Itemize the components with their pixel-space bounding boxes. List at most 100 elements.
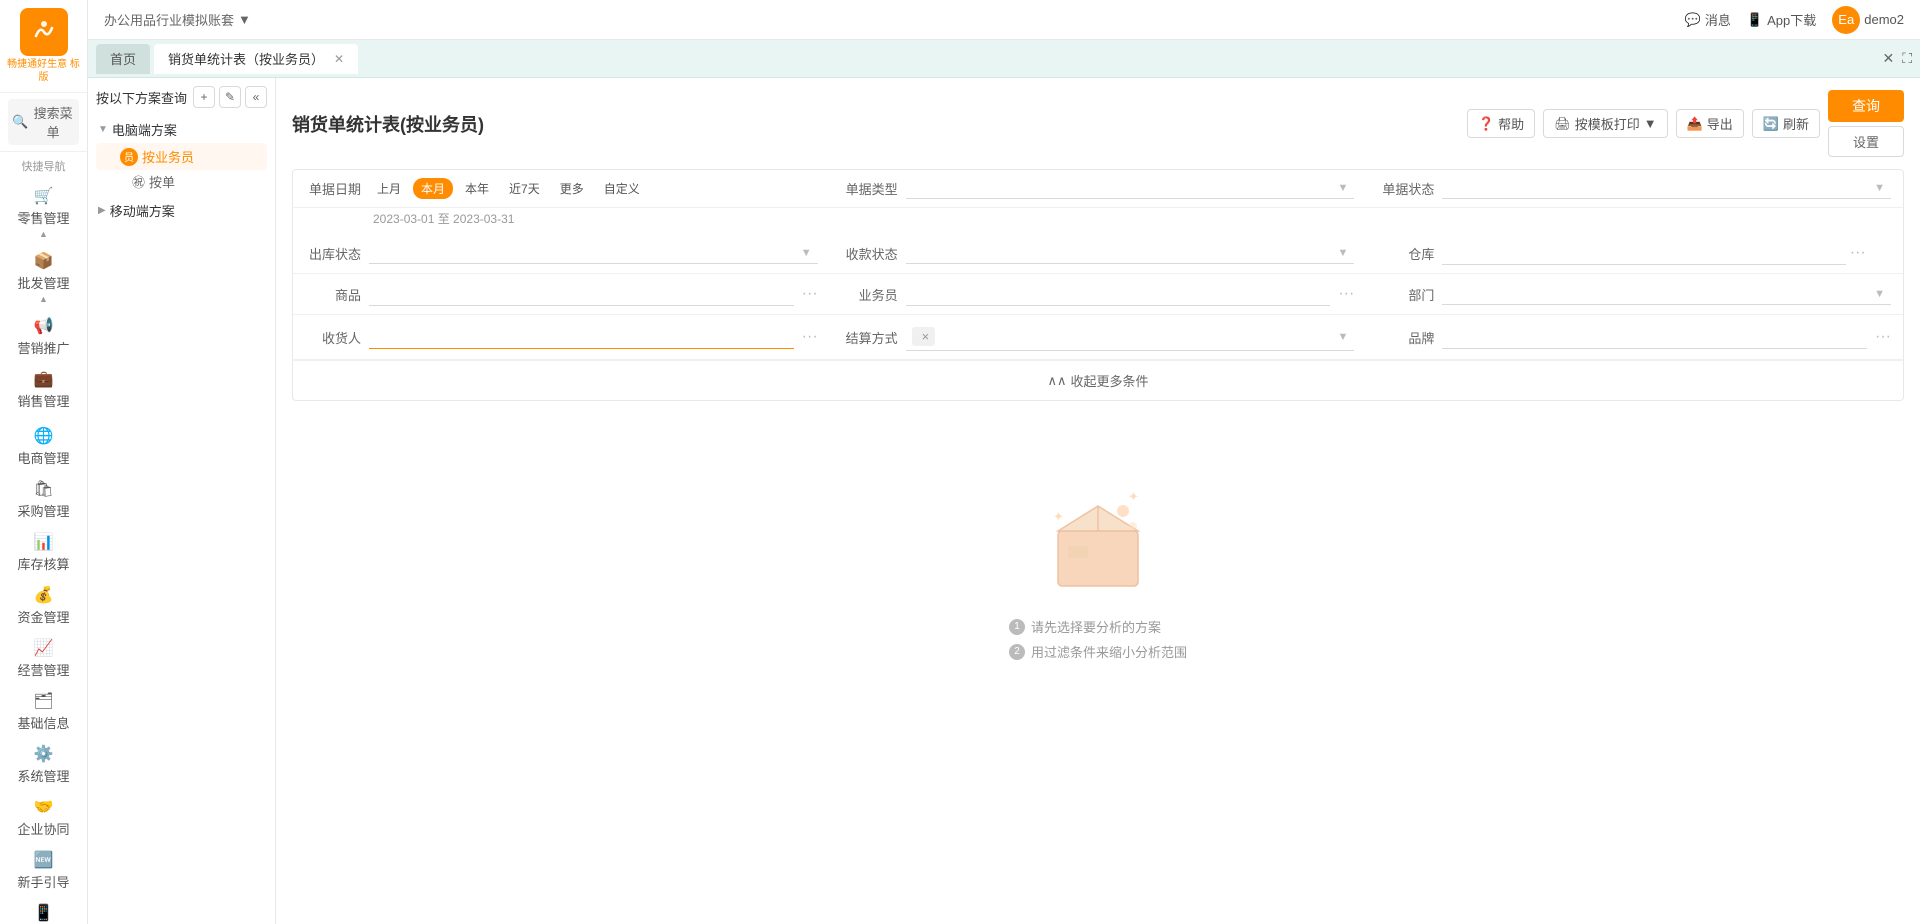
- dept-label: 部门: [1378, 285, 1434, 304]
- sidebar-item-operations[interactable]: 📈 经营管理: [0, 632, 87, 685]
- sidebar-item-system[interactable]: ⚙️ 系统管理: [0, 738, 87, 791]
- svg-text:✦: ✦: [1128, 489, 1139, 504]
- schema-item-salesman-label: 按业务员: [142, 147, 194, 166]
- sidebar-item-wholesale[interactable]: 📦 批发管理 ▲: [0, 245, 87, 310]
- sidebar-item-finance[interactable]: 💰 资金管理: [0, 579, 87, 632]
- schema-add-btn[interactable]: +: [193, 86, 215, 108]
- collapse-filters-btn[interactable]: ∧∧ 收起更多条件: [1035, 367, 1160, 394]
- schema-group-desktop-header[interactable]: ▼ 电脑端方案: [96, 116, 267, 143]
- recipient-dots[interactable]: ···: [802, 328, 818, 346]
- enterprise-icon: 🤝: [34, 797, 54, 817]
- message-icon: 💬: [1685, 12, 1701, 28]
- brand-dots[interactable]: ···: [1875, 328, 1891, 346]
- sidebar-item-enterprise[interactable]: 🤝 企业协同: [0, 791, 87, 844]
- filter-dept-cell: 部门 ▼: [1366, 274, 1903, 315]
- tab-bar-actions: ✕ ⛶: [1882, 50, 1912, 67]
- stock-select[interactable]: ▼: [369, 243, 818, 264]
- schema-sub-by-order[interactable]: ㊗ 按单: [96, 170, 267, 193]
- tab-bar: 首页 销货单统计表（按业务员） ✕ ✕ ⛶: [88, 40, 1920, 78]
- basic-icon: 🗂: [33, 691, 53, 711]
- empty-tip-1: 1 请先选择要分析的方案: [1009, 617, 1187, 636]
- schema-collapse-btn[interactable]: «: [245, 86, 267, 108]
- salesman-input[interactable]: [906, 282, 1331, 306]
- refresh-button[interactable]: 🔄 刷新: [1752, 109, 1820, 138]
- docstatus-label: 单据状态: [1378, 179, 1434, 198]
- schema-item-by-salesman[interactable]: 员 按业务员: [96, 143, 267, 170]
- export-button[interactable]: 📤 导出: [1676, 109, 1744, 138]
- schema-edit-btn[interactable]: ✎: [219, 86, 241, 108]
- date-btn-last-month[interactable]: 上月: [369, 178, 409, 199]
- sidebar-item-ecommerce[interactable]: 🌐 电商管理: [0, 420, 87, 473]
- logo-icon: [20, 8, 68, 56]
- expand-tab-button[interactable]: ⛶: [1902, 50, 1912, 67]
- sidebar-item-sales[interactable]: 💼 销售管理: [0, 363, 87, 416]
- logo-text: 畅捷通好生意 标版: [6, 58, 81, 84]
- tab-sales-stat[interactable]: 销货单统计表（按业务员） ✕: [154, 44, 358, 74]
- schema-group-mobile-header[interactable]: ▶ 移动端方案: [96, 197, 267, 224]
- recipient-input[interactable]: [369, 325, 794, 349]
- operations-icon: 📈: [34, 638, 54, 658]
- search-menu-button[interactable]: 🔍 搜索菜单: [8, 99, 79, 145]
- schema-sub-order-label: 按单: [149, 172, 175, 191]
- sidebar-search[interactable]: 🔍 搜索菜单: [0, 93, 87, 152]
- filter-warehouse-cell: 仓库 ···: [1366, 233, 1903, 274]
- page-title-bar: 销货单统计表(按业务员) ❓ 帮助 🖨 按模板打印 ▼ 📤: [292, 90, 1904, 157]
- page-title: 销货单统计表(按业务员): [292, 111, 484, 137]
- goods-dots[interactable]: ···: [802, 285, 818, 303]
- app-download-icon: 📱: [1747, 12, 1763, 28]
- message-btn[interactable]: 💬 消息: [1685, 10, 1731, 29]
- date-btn-custom[interactable]: 自定义: [596, 178, 648, 199]
- sidebar-item-inventory[interactable]: 📊 库存核算: [0, 526, 87, 579]
- date-range-display: 2023-03-01 至 2023-03-31: [293, 208, 1903, 233]
- warehouse-input-area: ···: [1442, 241, 1891, 265]
- close-tab-button[interactable]: ✕: [1882, 50, 1894, 67]
- recipient-label: 收货人: [305, 328, 361, 347]
- date-btn-more[interactable]: 更多: [552, 178, 592, 199]
- payment-select[interactable]: ▼: [906, 243, 1355, 264]
- docstatus-select[interactable]: ▼: [1442, 178, 1891, 199]
- export-icon: 📤: [1687, 116, 1703, 132]
- user-menu[interactable]: Ea demo2: [1832, 6, 1904, 34]
- app-download-label: App下载: [1767, 10, 1816, 29]
- settlement-select[interactable]: × ▼: [906, 323, 1355, 351]
- doctype-select[interactable]: ▼: [906, 178, 1355, 199]
- filter-section: 单据日期 上月 本月 本年 近7天 更多 自定义 单据类型: [292, 169, 1904, 401]
- doctype-chevron-icon: ▼: [1337, 182, 1348, 194]
- schema-panel-actions: + ✎ «: [193, 86, 267, 108]
- date-btn-this-year[interactable]: 本年: [457, 178, 497, 199]
- sidebar-item-appcenter[interactable]: 📱 应用中心: [0, 897, 87, 924]
- help-icon: ❓: [1478, 116, 1494, 132]
- arrow-right-icon: ▶: [98, 205, 106, 216]
- settings-button[interactable]: 设置: [1828, 126, 1904, 157]
- template-print-button[interactable]: 🖨 按模板打印 ▼: [1543, 109, 1667, 138]
- date-btn-7days[interactable]: 近7天: [501, 178, 548, 199]
- page-title-actions: ❓ 帮助 🖨 按模板打印 ▼ 📤 导出 🔄: [1467, 90, 1904, 157]
- salesman-dots[interactable]: ···: [1338, 285, 1354, 303]
- tab-close-icon[interactable]: ✕: [334, 52, 344, 66]
- help-button[interactable]: ❓ 帮助: [1467, 109, 1535, 138]
- sidebar-item-newuser[interactable]: 🆕 新手引导: [0, 844, 87, 897]
- filter-brand-cell: 品牌 ···: [1366, 315, 1903, 360]
- sidebar-item-retail[interactable]: 🛒 零售管理 ▲: [0, 180, 87, 245]
- date-btn-this-month[interactable]: 本月: [413, 178, 453, 199]
- sidebar-item-basic[interactable]: 🗂 基础信息: [0, 685, 87, 738]
- warehouse-dots[interactable]: ···: [1850, 244, 1866, 261]
- tip-1-num: 1: [1009, 619, 1025, 635]
- goods-input[interactable]: [369, 282, 794, 306]
- brand-input[interactable]: [1442, 325, 1867, 349]
- query-button[interactable]: 查询: [1828, 90, 1904, 122]
- app-download-btn[interactable]: 📱 App下载: [1747, 10, 1816, 29]
- tab-home[interactable]: 首页: [96, 44, 150, 74]
- sidebar-item-marketing[interactable]: 📢 营销推广: [0, 310, 87, 363]
- dept-select[interactable]: ▼: [1442, 284, 1891, 305]
- header-left: 办公用品行业模拟账套 ▼: [104, 10, 251, 29]
- empty-tip-2: 2 用过滤条件来缩小分析范围: [1009, 642, 1187, 661]
- print-dropdown-icon: ▼: [1644, 116, 1657, 131]
- company-selector[interactable]: 办公用品行业模拟账套 ▼: [104, 10, 251, 29]
- dropdown-icon: ▼: [238, 12, 251, 27]
- sidebar-nav: 快捷导航 🛒 零售管理 ▲ 📦 批发管理 ▲ 📢 营销推广 💼 销售管理 🌐 电…: [0, 152, 87, 924]
- warehouse-input[interactable]: [1442, 241, 1846, 265]
- svg-text:✦: ✦: [1053, 509, 1064, 524]
- sidebar-item-purchase[interactable]: 🛍 采购管理: [0, 473, 87, 526]
- settlement-tag-close-icon[interactable]: ×: [922, 329, 930, 344]
